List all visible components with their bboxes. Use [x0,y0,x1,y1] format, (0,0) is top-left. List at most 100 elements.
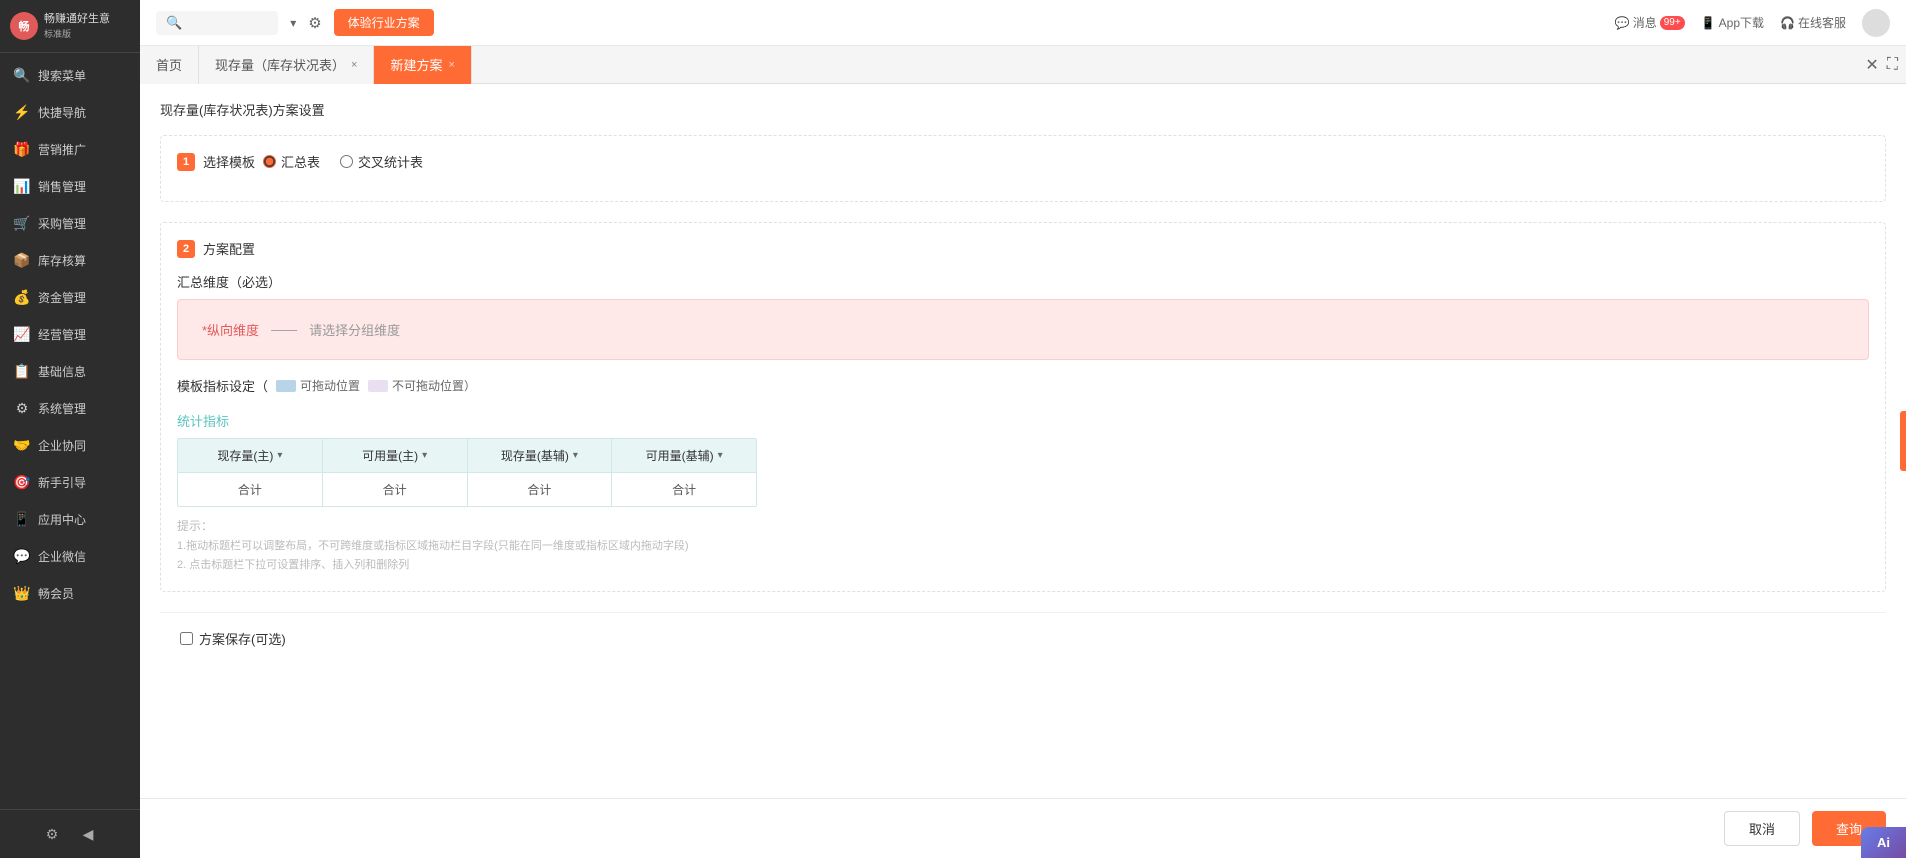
app-edition: 标准版 [44,27,110,40]
message-icon: 💬 [1615,16,1630,30]
sidebar-item-label: 基础信息 [38,363,86,380]
tab-inventory_status[interactable]: 现存量（库存状况表）× [199,46,374,84]
stats-col-header-0[interactable]: 现存量(主)▾ [178,439,322,473]
sidebar-item-system[interactable]: ⚙系统管理 [0,390,140,427]
phone-icon: 📱 [1701,16,1716,30]
tips-title: 提示： [177,517,1869,534]
main-content: 现存量(库存状况表)方案设置 1 选择模板 汇总表 交叉统计表 [140,84,1906,798]
sidebar-item-sales[interactable]: 📊 销售管理 [0,168,140,205]
sidebar-item-label: 应用中心 [38,511,86,528]
save-option: 方案保存(可选) [160,612,1886,664]
search-input[interactable] [188,16,268,30]
stats-col-header-3[interactable]: 可用量(基辅)▾ [612,439,756,473]
sidebar-item-quick-nav[interactable]: ⚡快捷导航 [0,94,140,131]
sidebar-item-enterprise[interactable]: 🤝 企业协同 [0,427,140,464]
tab-bar-actions: ✕ ⛶ [1865,55,1906,75]
sidebar-item-operations[interactable]: 📈经营管理 [0,316,140,353]
save-checkbox[interactable] [180,632,193,645]
tab-home[interactable]: 首页 [140,46,199,84]
tab-label: 新建方案 [390,55,442,74]
sidebar-item-basic-info[interactable]: 📋基础信息 [0,353,140,390]
tab-bar: 首页现存量（库存状况表）× 新建方案 × ✕ ⛶ [140,46,1906,84]
right-panel-handle[interactable] [1900,411,1906,471]
quick-nav-icon: ⚡ [14,105,30,121]
sidebar-item-label: 资金管理 [38,289,86,306]
dimension-area[interactable]: *纵向维度 —— 请选择分组维度 [177,299,1869,360]
message-btn[interactable]: 💬 消息 99+ [1615,14,1685,31]
summary-table-radio[interactable]: 汇总表 [263,152,320,171]
dimension-section-label: 汇总维度（必选） [177,272,1869,291]
sidebar-item-app-center[interactable]: 📱应用中心 [0,501,140,538]
online-service-btn[interactable]: 🎧 在线客服 [1780,14,1846,31]
step2-section: 2 方案配置 汇总维度（必选） *纵向维度 —— 请选择分组维度 模板指标设定（ [160,222,1886,592]
sidebar-item-search[interactable]: 🔍 搜索菜单 [0,57,140,94]
step1-section: 1 选择模板 汇总表 交叉统计表 [160,135,1886,202]
tab-label: 首页 [156,55,182,74]
sidebar-item-member[interactable]: 👑畅会员 [0,575,140,612]
sidebar-item-label: 库存核算 [38,252,86,269]
sidebar-item-label: 系统管理 [38,400,86,417]
tips-section: 提示： 1.拖动标题栏可以调整布局，不可跨维度或指标区域拖动栏目字段(只能在同一… [177,517,1869,573]
app-download-label: App下载 [1719,14,1764,31]
draggable-label: 可拖动位置 [300,377,360,394]
user-avatar[interactable] [1862,9,1890,37]
header-search[interactable]: 🔍 [156,11,278,35]
sidebar-item-wechat[interactable]: 💬企业微信 [0,538,140,575]
trial-button[interactable]: 体验行业方案 [334,9,434,36]
cross-table-label: 交叉统计表 [358,152,423,171]
tab-new_plan[interactable]: 新建方案 × [374,46,471,84]
gear-icon[interactable]: ⚙ [308,14,321,32]
tab-close-icon[interactable]: × [448,59,454,71]
enterprise-icon: 🤝 [14,438,30,454]
tab-close-icon[interactable]: × [351,59,357,71]
sidebar-item-label: 采购管理 [38,215,86,232]
app-name: 畅赚通好生意 [44,12,110,26]
search-dropdown[interactable]: ▾ [290,16,296,30]
sales-icon: 📊 [14,179,30,195]
sidebar-item-purchase[interactable]: 🛒 采购管理 [0,205,140,242]
col-header-text: 现存量(基辅) [501,447,569,464]
step2-title: 方案配置 [203,239,255,258]
sidebar-item-label: 营销推广 [38,141,86,158]
non-draggable-box [368,380,388,392]
sidebar-item-inventory[interactable]: 📦 库存核算 [0,242,140,279]
sidebar-item-label: 销售管理 [38,178,86,195]
app-logo-icon: 畅 [10,12,38,40]
logo-char: 畅 [19,18,30,34]
col-header-text: 现存量(主) [217,447,273,464]
indicator-settings: 模板指标设定（ 可拖动位置 不可拖动位置） [177,376,1869,395]
sidebar-item-label: 企业协同 [38,437,86,454]
new-guide-icon: 🎯 [14,475,30,491]
page-content: 现存量(库存状况表)方案设置 1 选择模板 汇总表 交叉统计表 [140,84,1906,798]
ai-badge[interactable]: Ai [1861,827,1906,858]
collapse-btn[interactable]: ◀ [72,818,104,850]
chevron-down-icon: ▾ [573,450,578,461]
stats-col-cell-0: 合计 [178,473,322,506]
dimension-dash: —— [271,322,297,337]
sidebar-item-finance[interactable]: 💰资金管理 [0,279,140,316]
settings-btn[interactable]: ⚙ [36,818,68,850]
cancel-button[interactable]: 取消 [1724,811,1800,846]
expand-btn[interactable]: ⛶ [1887,56,1898,74]
search-icon: 🔍 [166,15,182,31]
tip-item-2: 2. 点击标题栏下拉可设置排序、插入列和删除列 [177,557,1869,574]
top-header: 🔍 ▾ ⚙ 体验行业方案 💬 消息 99+ 📱 App下载 🎧 在线客服 [140,0,1906,46]
stats-col-header-2[interactable]: 现存量(基辅) ▾ [468,439,612,473]
operations-icon: 📈 [14,327,30,343]
search-icon: 🔍 [14,68,30,84]
purchase-icon: 🛒 [14,216,30,232]
sidebar-item-marketing[interactable]: 🎁营销推广 [0,131,140,168]
close-panel-btn[interactable]: ✕ [1865,55,1878,75]
stats-col-2: 现存量(基辅)▾合计 [468,439,613,506]
app-download-btn[interactable]: 📱 App下载 [1701,14,1764,31]
indicator-settings-text: 模板指标设定（ [177,376,268,395]
save-label: 方案保存(可选) [199,629,286,648]
wechat-icon: 💬 [14,549,30,565]
step2-badge: 2 [177,240,195,258]
inventory-icon: 📦 [14,253,30,269]
sidebar-item-new-guide[interactable]: 🎯新手引导 [0,464,140,501]
draggable-box [276,380,296,392]
cross-table-radio[interactable]: 交叉统计表 [340,152,423,171]
sidebar-item-label: 搜索菜单 [38,67,86,84]
stats-col-header-1[interactable]: 可用量(主)▾ [323,439,467,473]
